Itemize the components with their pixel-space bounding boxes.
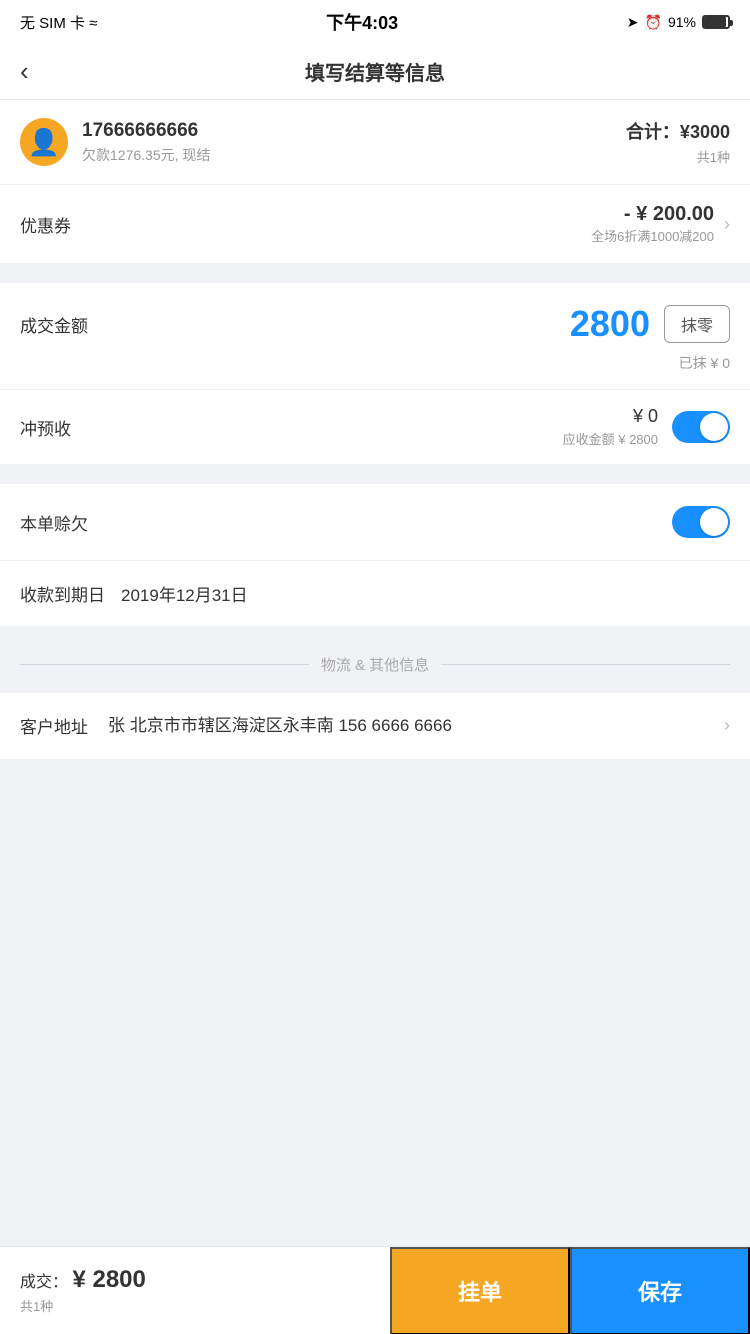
- amount-right: 2800 抹零: [570, 303, 730, 345]
- page-title: 填写结算等信息: [60, 57, 690, 86]
- coupon-amount: - ¥ 200.00: [591, 203, 714, 226]
- debt-toggle[interactable]: [672, 506, 730, 538]
- debt-section: 本单赊欠 收款到期日 2019年12月31日: [0, 484, 750, 626]
- precollect-row: 冲预收 ¥ 0 应收金额 ¥ 2800: [0, 389, 750, 464]
- status-right: ➤ ⏰ 91%: [627, 14, 730, 31]
- debt-toggle-knob: [700, 508, 728, 536]
- battery-icon: [702, 15, 730, 29]
- status-bar: 无 SIM 卡 ≈ 下午4:03 ➤ ⏰ 91%: [0, 0, 750, 44]
- bottom-deal-label: 成交：: [20, 1274, 68, 1291]
- round-button[interactable]: 抹零: [664, 305, 730, 343]
- amount-value: 2800: [570, 303, 650, 345]
- customer-total: 合计：¥3000 共1种: [626, 118, 730, 166]
- precollect-right: ¥ 0 应收金额 ¥ 2800: [563, 406, 730, 448]
- address-label: 客户地址: [20, 713, 88, 738]
- divider-line-right: [441, 664, 730, 665]
- address-chevron-icon: ›: [724, 715, 730, 736]
- duedate-row: 收款到期日 2019年12月31日: [0, 560, 750, 626]
- amount-row: 成交金额 2800 抹零: [0, 283, 750, 353]
- debt-row: 本单赊欠: [0, 484, 750, 560]
- empty-space: [0, 769, 750, 949]
- location-icon: ➤: [627, 14, 639, 31]
- pending-button[interactable]: 挂单: [390, 1247, 570, 1334]
- precollect-sub: 应收金额 ¥ 2800: [563, 429, 658, 448]
- nav-bar: ‹ 填写结算等信息: [0, 44, 750, 100]
- save-button[interactable]: 保存: [570, 1247, 750, 1334]
- bottom-bar: 成交： ¥ 2800 共1种 挂单 保存: [0, 1246, 750, 1334]
- divider-line-left: [20, 664, 309, 665]
- customer-info: 17666666666 欠款1276.35元, 现结: [82, 120, 626, 165]
- chevron-right-icon: ›: [724, 214, 730, 235]
- logistics-divider: 物流 & 其他信息: [0, 636, 750, 693]
- avatar-icon: 👤: [28, 127, 60, 158]
- total-count: 共1种: [626, 147, 730, 166]
- precollect-toggle[interactable]: [672, 411, 730, 443]
- battery-text: 91%: [668, 14, 696, 30]
- precollect-label: 冲预收: [20, 415, 71, 440]
- debt-label: 本单赊欠: [20, 510, 88, 535]
- deal-amount-section: 成交金额 2800 抹零 已抹 ¥ 0 冲预收 ¥ 0 应收金额 ¥ 2800: [0, 283, 750, 464]
- coupon-row[interactable]: 优惠券 - ¥ 200.00 全场6折满1000减200 ›: [0, 184, 750, 263]
- bottom-deal-amount: ¥ 2800: [72, 1266, 145, 1293]
- duedate-value: 2019年12月31日: [121, 581, 248, 606]
- precollect-amount: ¥ 0: [563, 406, 658, 427]
- avatar: 👤: [20, 118, 68, 166]
- total-amount: 合计：¥3000: [626, 118, 730, 144]
- coupon-desc: 全场6折满1000减200: [591, 226, 714, 245]
- precollect-info: ¥ 0 应收金额 ¥ 2800: [563, 406, 658, 448]
- bottom-count: 共1种: [20, 1296, 370, 1315]
- logistics-label: 物流 & 其他信息: [321, 654, 429, 675]
- bottom-summary: 成交： ¥ 2800 共1种: [0, 1266, 390, 1315]
- customer-phone: 17666666666: [82, 120, 626, 142]
- coupon-label: 优惠券: [20, 212, 71, 237]
- back-button[interactable]: ‹: [20, 56, 60, 87]
- address-section: 客户地址 张 北京市市辖区海淀区永丰南 156 6666 6666 ›: [0, 693, 750, 759]
- amount-label: 成交金额: [20, 312, 88, 337]
- toggle-knob: [700, 413, 728, 441]
- duedate-label: 收款到期日: [20, 581, 105, 606]
- section-divider-2: [0, 474, 750, 484]
- address-content: 张 北京市市辖区海淀区永丰南 156 6666 6666: [108, 713, 716, 739]
- bottom-deal-row: 成交： ¥ 2800: [20, 1266, 370, 1294]
- section-divider-1: [0, 273, 750, 283]
- status-time: 下午4:03: [326, 9, 398, 35]
- status-left: 无 SIM 卡 ≈: [20, 12, 97, 33]
- customer-section: 👤 17666666666 欠款1276.35元, 现结 合计：¥3000 共1…: [0, 100, 750, 263]
- alarm-icon: ⏰: [645, 14, 662, 31]
- amount-sub: 已抹 ¥ 0: [0, 353, 750, 389]
- sim-signal-text: 无 SIM 卡 ≈: [20, 12, 97, 33]
- address-row[interactable]: 客户地址 张 北京市市辖区海淀区永丰南 156 6666 6666 ›: [0, 693, 750, 759]
- coupon-right: - ¥ 200.00 全场6折满1000减200 ›: [591, 203, 730, 245]
- customer-row: 👤 17666666666 欠款1276.35元, 现结 合计：¥3000 共1…: [0, 100, 750, 184]
- customer-sub: 欠款1276.35元, 现结: [82, 145, 626, 165]
